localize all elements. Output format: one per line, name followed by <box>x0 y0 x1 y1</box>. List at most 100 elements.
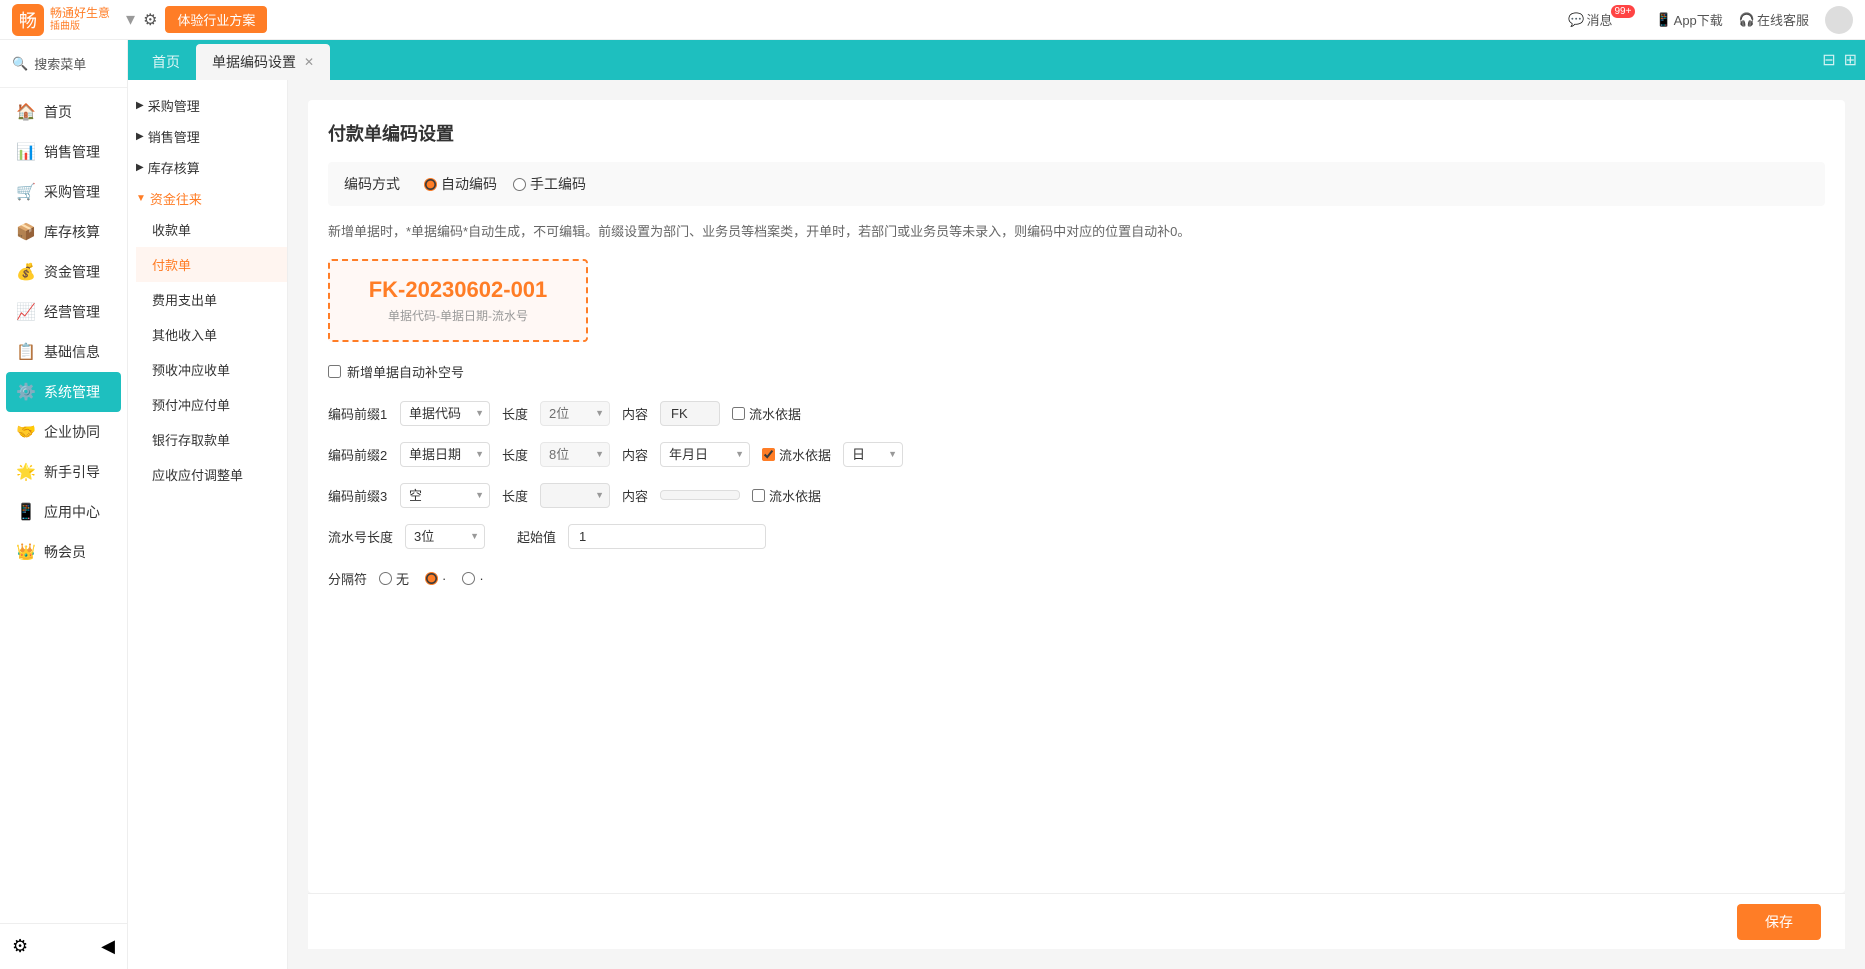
purchase-icon: 🛒 <box>16 182 36 202</box>
sec-item-adjustment[interactable]: 应收应付调整单 <box>136 457 287 492</box>
encoding-radio-group: 自动编码 手工编码 <box>424 174 586 194</box>
preview-box: FK-20230602-001 单据代码-单据日期-流水号 <box>328 259 588 342</box>
sales-icon: 📊 <box>16 142 36 162</box>
save-button[interactable]: 保存 <box>1737 904 1821 940</box>
sec-group-purchase[interactable]: ▶ 采购管理 <box>128 88 287 119</box>
tab-minimize-button[interactable]: ⊟ <box>1822 50 1835 70</box>
sec-item-payment[interactable]: 付款单 <box>136 247 287 282</box>
tab-home[interactable]: 首页 <box>136 44 196 80</box>
prefix2-type-wrapper: 单据日期 <box>400 442 490 467</box>
brand-icon: 畅 <box>12 4 44 36</box>
auto-fill-checkbox[interactable] <box>328 365 341 378</box>
user-avatar[interactable] <box>1825 6 1853 34</box>
config-row-2: 编码前缀2 单据日期 长度 8位 内容 <box>328 442 1825 467</box>
sec-item-other-income[interactable]: 其他收入单 <box>136 317 287 352</box>
separator-none-option[interactable]: 无 <box>379 569 409 588</box>
sidebar-item-inventory[interactable]: 📦 库存核算 <box>0 212 127 252</box>
tab-bar: 首页 单据编码设置 ✕ ⊟ ⊞ <box>128 40 1865 80</box>
tab-maximize-button[interactable]: ⊞ <box>1844 50 1857 70</box>
prefix2-watermark[interactable]: 流水依据 <box>762 445 831 464</box>
sidebar-item-enterprise[interactable]: 🤝 企业协同 <box>0 412 127 452</box>
sec-item-expense[interactable]: 费用支出单 <box>136 282 287 317</box>
app-download-icon: 📱 <box>1655 12 1671 28</box>
prefix2-period-select[interactable]: 日 <box>843 442 903 467</box>
sidebar-item-member[interactable]: 👑 畅会员 <box>0 532 127 572</box>
sidebar-item-purchase[interactable]: 🛒 采购管理 <box>0 172 127 212</box>
top-header: 畅 畅通好生意 插曲版 ▾ ⚙ 体验行业方案 💬 消息 99+ 📱 App下载 … <box>0 0 1865 40</box>
serial-length-wrapper: 3位 <box>405 524 485 549</box>
sec-group-inventory[interactable]: ▶ 库存核算 <box>128 150 287 181</box>
auto-fill-row: 新增单据自动补空号 <box>328 362 1825 381</box>
separator-dash-option[interactable]: · <box>462 571 483 586</box>
prefix3-type-select[interactable]: 空 <box>400 483 490 508</box>
prefix1-watermark[interactable]: 流水依据 <box>732 404 801 423</box>
sidebar-item-home[interactable]: 🏠 首页 <box>0 92 127 132</box>
trial-button[interactable]: 体验行业方案 <box>165 6 267 33</box>
system-icon: ⚙️ <box>16 382 36 402</box>
sec-item-bank[interactable]: 银行存取款单 <box>136 422 287 457</box>
sec-group-sales[interactable]: ▶ 销售管理 <box>128 119 287 150</box>
auto-fill-label: 新增单据自动补空号 <box>347 362 464 381</box>
sidebar-item-finance[interactable]: 💰 资金管理 <box>0 252 127 292</box>
prefix3-length-wrapper <box>540 483 610 508</box>
prefix3-watermark[interactable]: 流水依据 <box>752 486 821 505</box>
finance-icon: 💰 <box>16 262 36 282</box>
auto-code-option[interactable]: 自动编码 <box>424 174 497 194</box>
page-title: 付款单编码设置 <box>328 120 1825 146</box>
sec-item-pre-receivable[interactable]: 预收冲应收单 <box>136 352 287 387</box>
sidebar-menu: 🏠 首页 📊 销售管理 🛒 采购管理 📦 库存核算 💰 资金管理 📈 经 <box>0 88 127 923</box>
encoding-method-row: 编码方式 自动编码 手工编码 <box>328 162 1825 206</box>
sidebar-search-area: 🔍 搜索菜单 <box>0 40 127 88</box>
separator-radio-group: 无 · · <box>379 569 484 588</box>
app-download-btn[interactable]: 📱 App下载 <box>1655 10 1722 29</box>
sec-funds-submenu: 收款单 付款单 费用支出单 其他收入单 预收冲应收单 预付冲 <box>128 212 287 492</box>
prefix1-type-wrapper: 单据代码 <box>400 401 490 426</box>
sidebar-item-basic-info[interactable]: 📋 基础信息 <box>0 332 127 372</box>
config-row-3: 编码前缀3 空 长度 内容 <box>328 483 1825 508</box>
sidebar-item-guide[interactable]: 🌟 新手引导 <box>0 452 127 492</box>
sidebar-item-system[interactable]: ⚙️ 系统管理 <box>6 372 121 412</box>
search-menu-button[interactable]: 🔍 搜索菜单 <box>8 50 119 77</box>
prefix2-length-label: 长度 <box>502 445 528 464</box>
prefix2-type-select[interactable]: 单据日期 <box>400 442 490 467</box>
member-icon: 👑 <box>16 542 36 562</box>
prefix1-type-select[interactable]: 单据代码 <box>400 401 490 426</box>
serial-length-select[interactable]: 3位 <box>405 524 485 549</box>
prefix2-length-wrapper: 8位 <box>540 442 610 467</box>
header-left: 畅 畅通好生意 插曲版 ▾ ⚙ 体验行业方案 <box>12 4 267 36</box>
prefix2-content-label: 内容 <box>622 445 648 464</box>
prefix2-content-select[interactable]: 年月日 <box>660 442 750 467</box>
prefix1-content-value: FK <box>660 401 720 426</box>
messages-btn[interactable]: 💬 消息 99+ <box>1568 10 1639 29</box>
prefix3-length-select[interactable] <box>540 483 610 508</box>
content-area: ▶ 采购管理 ▶ 销售管理 ▶ 库存核算 ▼ 资金往来 收款单 <box>128 80 1865 969</box>
tab-encoding-settings[interactable]: 单据编码设置 ✕ <box>196 44 330 80</box>
secondary-sidebar: ▶ 采购管理 ▶ 销售管理 ▶ 库存核算 ▼ 资金往来 收款单 <box>128 80 288 969</box>
manual-code-option[interactable]: 手工编码 <box>513 174 586 194</box>
home-icon: 🏠 <box>16 102 36 122</box>
prefix2-label: 编码前缀2 <box>328 445 388 464</box>
sec-group-funds[interactable]: ▼ 资金往来 <box>128 181 287 212</box>
online-service-btn[interactable]: 🎧 在线客服 <box>1739 10 1809 29</box>
settings-gear-icon[interactable]: ⚙ <box>143 10 157 30</box>
chevron-right-icon: ▶ <box>136 100 144 111</box>
settings-icon[interactable]: ⚙ <box>12 936 28 957</box>
enterprise-icon: 🤝 <box>16 422 36 442</box>
prefix3-length-label: 长度 <box>502 486 528 505</box>
tab-close-icon[interactable]: ✕ <box>304 55 314 69</box>
start-value-input[interactable] <box>568 524 766 549</box>
sidebar-item-operations[interactable]: 📈 经营管理 <box>0 292 127 332</box>
sec-item-receipt[interactable]: 收款单 <box>136 212 287 247</box>
collapse-icon[interactable]: ◀ <box>101 936 115 957</box>
footer-bar: 保存 <box>308 893 1845 949</box>
sidebar-item-sales[interactable]: 📊 销售管理 <box>0 132 127 172</box>
left-sidebar: 🔍 搜索菜单 🏠 首页 📊 销售管理 🛒 采购管理 📦 库存核算 💰 <box>0 40 128 969</box>
nav-arrow[interactable]: ▾ <box>126 9 135 30</box>
prefix1-watermark-checkbox[interactable] <box>732 407 745 420</box>
sec-item-pre-payable[interactable]: 预付冲应付单 <box>136 387 287 422</box>
separator-dot-option[interactable]: · <box>425 571 446 586</box>
prefix3-label: 编码前缀3 <box>328 486 388 505</box>
prefix2-watermark-checkbox[interactable] <box>762 448 775 461</box>
prefix3-watermark-checkbox[interactable] <box>752 489 765 502</box>
sidebar-item-app-center[interactable]: 📱 应用中心 <box>0 492 127 532</box>
